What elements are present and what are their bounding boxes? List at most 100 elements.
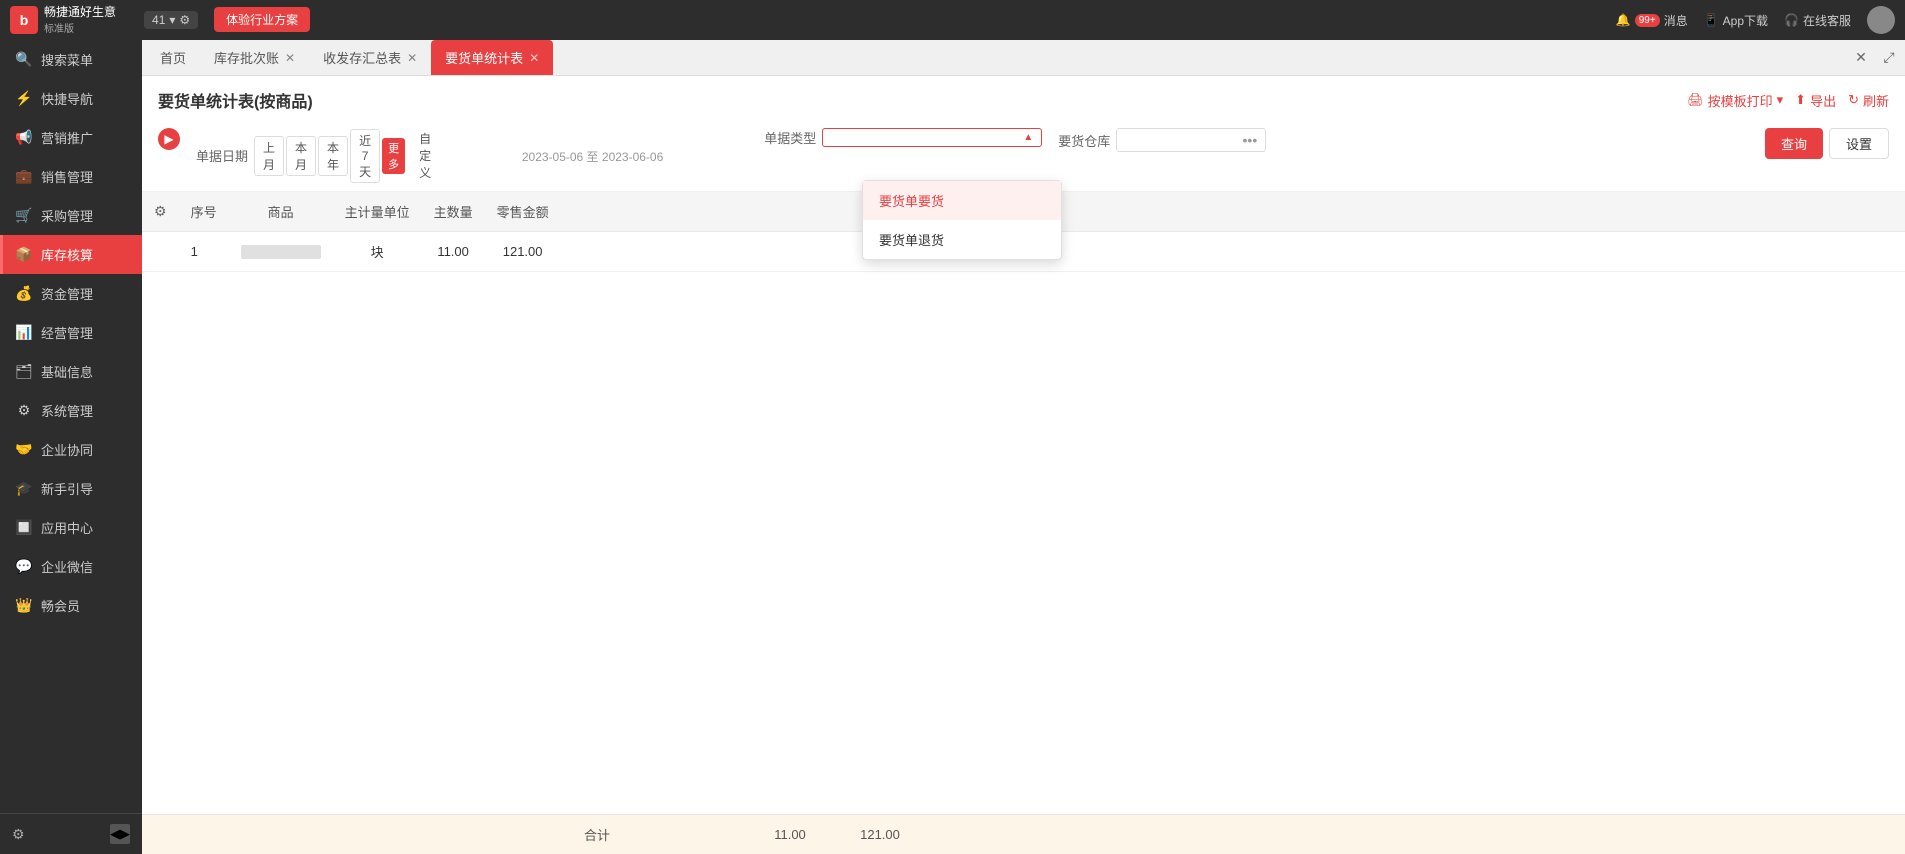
date-filter-group: 单据日期 上月 本月 本年 近7天 更多 自定义 2023-05-06 至 20…: [196, 128, 748, 183]
apps-icon: 🔲: [15, 519, 33, 537]
row-extra: [561, 232, 1905, 272]
bell-icon: 🔔: [1616, 13, 1631, 27]
refresh-label: 刷新: [1863, 91, 1889, 110]
filter-settings-btn[interactable]: 设置: [1829, 128, 1889, 159]
print-template-btn[interactable]: 🖨 按模板打印 ▾: [1687, 91, 1783, 110]
notification-label: 消息: [1664, 12, 1688, 29]
page-content: 要货单统计表(按商品) 🖨 按模板打印 ▾ ⬆ 导出 ↻ 刷新: [142, 76, 1905, 854]
sidebar-item-member[interactable]: 👑 畅会员: [0, 586, 142, 625]
filter-expand-btn[interactable]: ▶: [158, 128, 180, 150]
sidebar-item-enterprise[interactable]: 🤝 企业协同: [0, 430, 142, 469]
sidebar-item-inventory[interactable]: 📦 库存核算: [0, 235, 142, 274]
tab-home[interactable]: 首页: [146, 40, 200, 75]
tab-receivable_summary[interactable]: 收发存汇总表✕: [309, 40, 431, 75]
export-btn[interactable]: ⬆ 导出: [1795, 91, 1836, 110]
export-icon: ⬆: [1795, 92, 1806, 108]
sidebar-label-finance: 资金管理: [41, 284, 93, 303]
sidebar-item-purchase[interactable]: 🛒 采购管理: [0, 196, 142, 235]
settings-icon[interactable]: ⚙: [179, 13, 190, 27]
col-settings[interactable]: ⚙: [142, 192, 179, 232]
row-product: [229, 232, 333, 272]
row-settings-cell: [142, 232, 179, 272]
company-name: 畅捷通好生意: [44, 5, 116, 19]
date-custom-btn[interactable]: 自定义: [411, 128, 444, 183]
notification-area[interactable]: 🔔 99+ 消息: [1616, 12, 1688, 29]
settings-icon[interactable]: ⚙: [154, 203, 167, 219]
sidebar-label-search: 搜索菜单: [41, 50, 93, 69]
inventory-icon: 📦: [15, 246, 33, 264]
sidebar-item-operation[interactable]: 📊 经营管理: [0, 313, 142, 352]
col-unit: 主计量单位: [333, 192, 422, 232]
sidebar-item-search[interactable]: 🔍 搜索菜单: [0, 40, 142, 79]
date-btn-this-year[interactable]: 本年: [318, 136, 348, 176]
query-btn[interactable]: 查询: [1765, 128, 1823, 159]
sidebar-item-system[interactable]: ⚙ 系统管理: [0, 391, 142, 430]
date-btn-7days[interactable]: 近7天: [350, 129, 380, 183]
date-more-badge[interactable]: 更多: [382, 138, 405, 174]
sidebar-item-wechat[interactable]: 💬 企业微信: [0, 547, 142, 586]
dropdown-item-1[interactable]: 要货单要货: [863, 181, 1061, 220]
online-service-area[interactable]: 🎧 在线客服: [1784, 12, 1851, 29]
header-right: 🔔 99+ 消息 📱 App下载 🎧 在线客服: [1616, 6, 1895, 34]
tab-close-all-btn[interactable]: ✕: [1849, 46, 1873, 70]
product-name-placeholder: [241, 245, 321, 259]
sidebar-item-marketing[interactable]: 📢 营销推广: [0, 118, 142, 157]
logo-area: b 畅捷通好生意 标准版: [10, 5, 116, 34]
type-select[interactable]: ▲: [822, 128, 1042, 147]
date-btn-prev-month[interactable]: 上月: [254, 136, 284, 176]
export-label: 导出: [1810, 91, 1836, 110]
sidebar-item-finance[interactable]: 💰 资金管理: [0, 274, 142, 313]
logo-text-block: 畅捷通好生意 标准版: [44, 5, 116, 34]
tab-label-home: 首页: [160, 48, 186, 67]
sidebar-item-apps[interactable]: 🔲 应用中心: [0, 508, 142, 547]
filter-bar: ▶ 单据日期 上月 本月 本年 近7天 更多 自定义 2023-05-06 至 …: [142, 120, 1905, 192]
dropdown-item-2[interactable]: 要货单退货: [863, 220, 1061, 259]
wechat-icon: 💬: [15, 558, 33, 576]
sidebar-item-sales[interactable]: 💼 销售管理: [0, 157, 142, 196]
tab-requisition_summary[interactable]: 要货单统计表✕: [431, 40, 553, 75]
finance-icon: 💰: [15, 285, 33, 303]
type-select-arrow: ▲: [1023, 132, 1033, 143]
logo-icon: b: [10, 6, 38, 34]
date-quick-btns: 上月 本月 本年 近7天 更多: [254, 129, 405, 183]
sidebar-label-sales: 销售管理: [41, 167, 93, 186]
warehouse-select[interactable]: •••: [1116, 128, 1266, 152]
sidebar-label-inventory: 库存核算: [41, 245, 93, 264]
sidebar-item-shortcut[interactable]: ⚡ 快捷导航: [0, 79, 142, 118]
row-index: 1: [179, 232, 229, 272]
col-quantity: 主数量: [422, 192, 485, 232]
app-download-label: App下载: [1723, 12, 1768, 29]
filter-action-btns: 查询 设置: [1765, 128, 1889, 159]
marketing-icon: 📢: [15, 129, 33, 147]
type-dropdown: 要货单要货 要货单退货: [862, 180, 1062, 260]
sidebar-item-guide[interactable]: 🎓 新手引导: [0, 469, 142, 508]
tab-close-inventory_batch[interactable]: ✕: [285, 51, 295, 65]
user-avatar[interactable]: [1867, 6, 1895, 34]
tab-bar: 首页库存批次账✕收发存汇总表✕要货单统计表✕ ✕ ⤢: [142, 40, 1905, 76]
trial-btn[interactable]: 体验行业方案: [214, 7, 310, 32]
app-download-area[interactable]: 📱 App下载: [1704, 12, 1768, 29]
page-header: 要货单统计表(按商品) 🖨 按模板打印 ▾ ⬆ 导出 ↻ 刷新: [142, 76, 1905, 120]
basic-icon: 🗂: [15, 363, 33, 381]
tab-label-inventory_batch: 库存批次账: [214, 48, 279, 67]
sidebar-bottom: ⚙ ◀▶: [0, 813, 142, 854]
account-selector[interactable]: 41 ▾ ⚙: [144, 11, 198, 29]
tab-expand-btn[interactable]: ⤢: [1877, 46, 1901, 70]
date-btn-this-month[interactable]: 本月: [286, 136, 316, 176]
refresh-btn[interactable]: ↻ 刷新: [1848, 91, 1889, 110]
sidebar-item-basic[interactable]: 🗂 基础信息: [0, 352, 142, 391]
sidebar-collapse-btn[interactable]: ◀▶: [110, 824, 130, 844]
tab-close-requisition_summary[interactable]: ✕: [529, 51, 539, 65]
member-icon: 👑: [15, 597, 33, 615]
type-filter-group: 单据类型 ▲: [764, 128, 1042, 147]
row-amount: 121.00: [485, 232, 561, 272]
tab-close-receivable_summary[interactable]: ✕: [407, 51, 417, 65]
collapse-icon: ◀▶: [110, 826, 130, 842]
table-footer-container: 合计 11.00 121.00: [142, 814, 1905, 854]
guide-icon: 🎓: [15, 480, 33, 498]
sales-icon: 💼: [15, 168, 33, 186]
col-product: 商品: [229, 192, 333, 232]
sidebar-settings-icon[interactable]: ⚙: [12, 826, 25, 843]
system-icon: ⚙: [15, 402, 33, 420]
tab-inventory_batch[interactable]: 库存批次账 ✕: [200, 40, 309, 75]
